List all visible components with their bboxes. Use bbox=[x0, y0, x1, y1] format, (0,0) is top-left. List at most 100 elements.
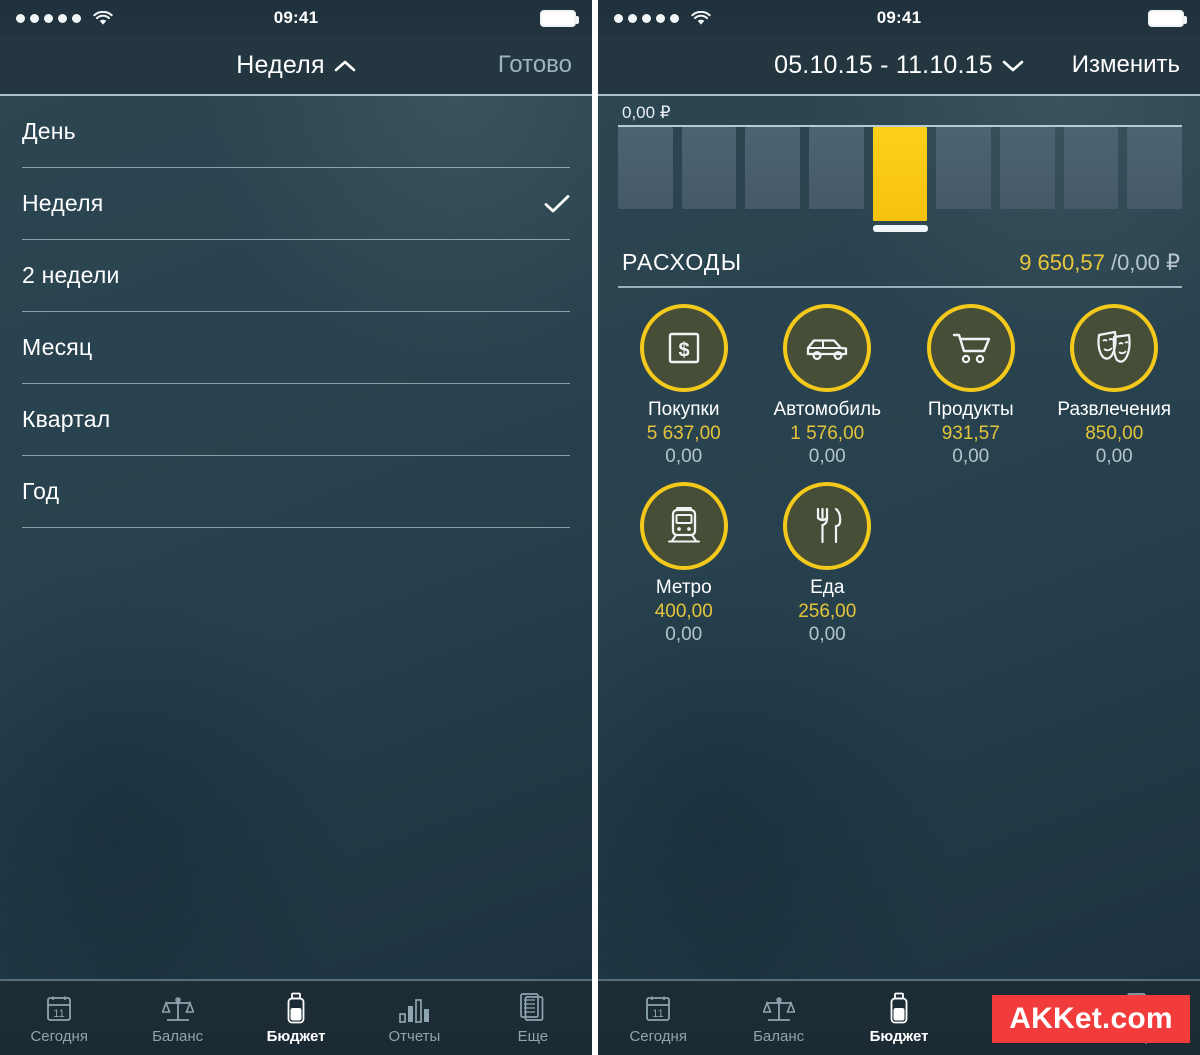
category-name: Автомобиль bbox=[773, 399, 881, 420]
list-item-year[interactable]: Год bbox=[22, 456, 570, 528]
tab-budget[interactable]: Бюджет bbox=[839, 992, 959, 1045]
status-time: 09:41 bbox=[273, 8, 319, 27]
right-phone-screen: 09:41 05.10.15 - 11.10.15 Изменить 0,00 … bbox=[598, 0, 1200, 1055]
svg-text:11: 11 bbox=[652, 1008, 663, 1020]
svg-text:$: $ bbox=[678, 340, 689, 362]
tab-label: Бюджет bbox=[869, 1027, 929, 1045]
nav-bar-left: Неделя Готово bbox=[0, 36, 592, 96]
tab-label: Сегодня bbox=[629, 1027, 687, 1045]
battery-full-icon bbox=[1148, 9, 1187, 27]
category-limit: 0,00 bbox=[808, 446, 846, 467]
chart-plot-area bbox=[618, 125, 1183, 232]
category-item-avtomobil[interactable]: Автомобиль 1 576,00 0,00 bbox=[756, 304, 900, 468]
list-item-month[interactable]: Месяц bbox=[22, 312, 570, 384]
chart-bar[interactable] bbox=[681, 127, 737, 209]
akket-watermark: AKKet.com bbox=[992, 995, 1190, 1043]
documents-icon bbox=[518, 992, 548, 1024]
chart-bar[interactable] bbox=[809, 127, 864, 209]
chart-bars bbox=[618, 127, 1183, 223]
chart-bar-selected[interactable] bbox=[872, 127, 928, 221]
category-item-eda[interactable]: Еда 256,00 0,00 bbox=[756, 482, 900, 646]
tab-label: Баланс bbox=[753, 1027, 805, 1045]
chart-bar[interactable] bbox=[1063, 127, 1119, 209]
tab-today[interactable]: 11 Сегодня bbox=[0, 992, 118, 1045]
list-item-label: 2 недели bbox=[22, 262, 120, 288]
category-item-produkty[interactable]: Продукты 931,57 0,00 bbox=[899, 304, 1043, 468]
status-bar-right: 09:41 bbox=[598, 0, 1200, 36]
expenses-limit: /0,00 ₽ bbox=[1110, 250, 1180, 275]
list-item-week[interactable]: Неделя bbox=[22, 168, 570, 240]
bar-chart-icon bbox=[398, 992, 430, 1024]
category-limit: 0,00 bbox=[1095, 446, 1133, 467]
signal-dots-icon bbox=[16, 13, 81, 23]
date-range-picker[interactable]: 05.10.15 - 11.10.15 bbox=[774, 51, 1024, 80]
category-limit: 0,00 bbox=[665, 446, 703, 467]
calendar-11-icon: 11 bbox=[44, 992, 74, 1024]
battery-bottle-icon bbox=[283, 992, 309, 1024]
chart-bar[interactable] bbox=[745, 127, 801, 209]
tab-label: Еще bbox=[517, 1027, 549, 1045]
edit-button[interactable]: Изменить bbox=[1072, 51, 1180, 79]
list-item-quarter[interactable]: Квартал bbox=[22, 384, 570, 456]
svg-text:11: 11 bbox=[53, 1008, 64, 1020]
category-item-metro[interactable]: Метро 400,00 0,00 bbox=[612, 482, 756, 646]
category-spent: 1 576,00 bbox=[790, 423, 865, 444]
category-spent: 400,00 bbox=[654, 601, 713, 622]
tab-balance[interactable]: Баланс bbox=[718, 992, 838, 1045]
theater-masks-icon bbox=[1070, 304, 1159, 392]
scales-icon bbox=[762, 992, 795, 1024]
tab-label: Отчеты bbox=[388, 1027, 441, 1045]
category-grid: $ Покупки 5 637,00 0,00 Автомобиль 1 576… bbox=[598, 288, 1200, 646]
list-item-two-weeks[interactable]: 2 недели bbox=[22, 240, 570, 312]
chart-bar[interactable] bbox=[1127, 127, 1183, 209]
period-picker-label: Неделя bbox=[236, 50, 325, 79]
list-item-label: Месяц bbox=[22, 334, 93, 360]
category-item-pokupki[interactable]: $ Покупки 5 637,00 0,00 bbox=[612, 304, 756, 468]
tab-more[interactable]: Еще bbox=[474, 992, 592, 1045]
category-name: Метро bbox=[655, 577, 712, 598]
chart-bar[interactable] bbox=[618, 127, 673, 209]
tab-reports[interactable]: Отчеты bbox=[355, 992, 473, 1045]
left-phone-screen: 09:41 Неделя Готово День Неделя 2 недели… bbox=[0, 0, 592, 1055]
chart-bar[interactable] bbox=[936, 127, 992, 209]
category-item-razvlecheniya[interactable]: Развлечения 850,00 0,00 bbox=[1043, 304, 1187, 468]
category-spent: 256,00 bbox=[798, 601, 857, 622]
list-item-day[interactable]: День bbox=[22, 96, 570, 168]
tab-bar-left: 11 Сегодня Баланс Бюджет Отчеты Еще bbox=[0, 979, 592, 1055]
check-icon bbox=[544, 191, 570, 217]
tab-today[interactable]: 11 Сегодня bbox=[598, 992, 718, 1045]
category-spent: 850,00 bbox=[1085, 423, 1144, 444]
tab-balance[interactable]: Баланс bbox=[118, 992, 236, 1045]
period-options-list: День Неделя 2 недели Месяц Квартал Год bbox=[0, 96, 592, 528]
category-name: Еда bbox=[810, 577, 845, 598]
list-item-label: День bbox=[22, 118, 76, 144]
expenses-title: РАСХОДЫ bbox=[622, 249, 743, 275]
screenshot-divider bbox=[592, 0, 598, 1055]
category-limit: 0,00 bbox=[665, 624, 703, 645]
cutlery-icon bbox=[783, 482, 872, 570]
done-button[interactable]: Готово bbox=[498, 51, 572, 79]
category-name: Развлечения bbox=[1057, 399, 1172, 420]
chevron-down-icon bbox=[1002, 51, 1024, 80]
category-name: Продукты bbox=[927, 399, 1014, 420]
category-spent: 931,57 bbox=[941, 423, 1000, 444]
category-limit: 0,00 bbox=[952, 446, 990, 467]
tab-label: Сегодня bbox=[30, 1027, 88, 1045]
train-icon bbox=[639, 482, 728, 570]
chart-bar[interactable] bbox=[1000, 127, 1055, 209]
expenses-summary-row: РАСХОДЫ 9 650,57 /0,00 ₽ bbox=[618, 233, 1182, 288]
list-item-label: Неделя bbox=[22, 190, 104, 216]
calendar-11-icon: 11 bbox=[643, 992, 673, 1024]
car-icon bbox=[783, 304, 872, 392]
tab-budget[interactable]: Бюджет bbox=[237, 992, 355, 1045]
expenses-spent: 9 650,57 bbox=[1019, 250, 1105, 275]
list-item-label: Квартал bbox=[22, 406, 111, 432]
tab-label: Баланс bbox=[152, 1027, 204, 1045]
chevron-up-icon bbox=[334, 51, 356, 80]
period-picker-title[interactable]: Неделя bbox=[236, 50, 356, 80]
expenses-amounts: 9 650,57 /0,00 ₽ bbox=[1019, 250, 1180, 276]
wifi-icon bbox=[93, 10, 113, 26]
category-spent: 5 637,00 bbox=[646, 423, 721, 444]
nav-bar-right: 05.10.15 - 11.10.15 Изменить bbox=[598, 36, 1200, 96]
list-item-label: Год bbox=[22, 478, 60, 504]
